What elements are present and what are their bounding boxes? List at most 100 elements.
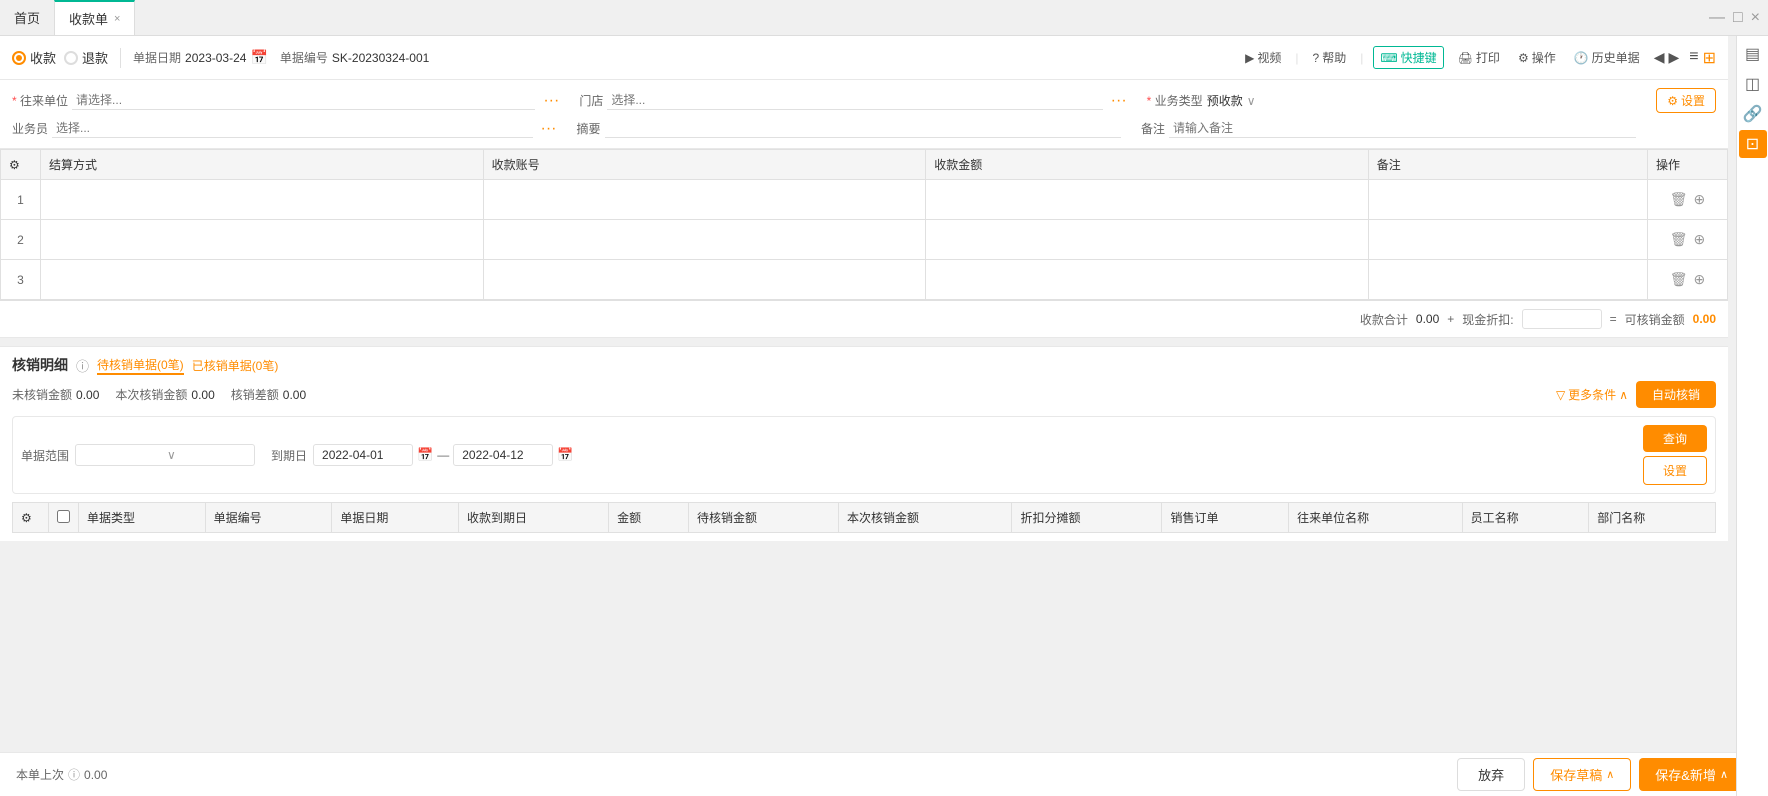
discount-input[interactable]	[1522, 309, 1602, 329]
bill-date-label: 单据日期	[133, 49, 181, 66]
main-content: 收款 退款 单据日期 2023-03-24 📅 单据编号 SK-20230324…	[0, 36, 1768, 796]
tab-home-label: 首页	[14, 8, 40, 27]
print-btn[interactable]: 🖨 打印	[1454, 47, 1504, 68]
form-area: 往来单位 ··· 门店 ··· 业务类型 预收款 ∨ ⚙ 设置	[0, 80, 1728, 149]
row-2-copy-icon[interactable]: ⊕	[1694, 231, 1706, 248]
view-list-icon[interactable]: ≡	[1689, 48, 1698, 68]
setting-button[interactable]: ⚙ 设置	[1656, 88, 1716, 113]
sidebar-icon-3[interactable]: 🔗	[1739, 100, 1767, 128]
employee-more-btn[interactable]: ···	[541, 120, 557, 138]
sidebar-icon-2[interactable]: ◫	[1739, 70, 1767, 98]
sidebar-icon-1[interactable]: ▤	[1739, 40, 1767, 68]
partner-input[interactable]	[72, 91, 535, 110]
nav-next-icon[interactable]: ▶	[1668, 49, 1679, 66]
save-draft-button[interactable]: 保存草稿 ∧	[1533, 758, 1631, 791]
this-cancel-val: 0.00	[191, 388, 214, 402]
operation-btn[interactable]: ⚙ 操作	[1514, 47, 1560, 68]
video-btn[interactable]: ▶ 视频	[1241, 47, 1285, 68]
shortcut-btn[interactable]: ⌨ 快捷键	[1373, 46, 1443, 69]
col-settings-header[interactable]: ⚙	[1, 150, 41, 180]
table-row: 3 🗑 ⊕	[1, 260, 1728, 300]
summary-input[interactable]	[605, 119, 1121, 138]
date-to-calendar-icon[interactable]: 📅	[557, 447, 573, 463]
partner-more-btn[interactable]: ···	[543, 92, 559, 110]
row-3-remark[interactable]	[1368, 260, 1647, 300]
writeoff-setting-button[interactable]: 设置	[1643, 456, 1707, 485]
available-value: 0.00	[1693, 312, 1716, 326]
footer: 本单上次 ⓘ 0.00 放弃 保存草稿 ∧ 保存&新增 ∧	[0, 752, 1760, 796]
row-3-delete-icon[interactable]: 🗑	[1670, 271, 1688, 288]
row-3-account[interactable]	[483, 260, 926, 300]
more-conditions-btn[interactable]: ▽ 更多条件 ∧	[1556, 386, 1628, 403]
video-label: 视频	[1257, 49, 1281, 66]
window-maximize-icon[interactable]: □	[1733, 9, 1743, 27]
row-1-delete-icon[interactable]: 🗑	[1670, 191, 1688, 208]
row-3-amount[interactable]	[926, 260, 1369, 300]
help-btn[interactable]: ? 帮助	[1309, 47, 1351, 68]
tab-done[interactable]: 已核销单据(0笔)	[192, 357, 279, 374]
auto-writeoff-button[interactable]: 自动核销	[1636, 381, 1716, 408]
discard-button[interactable]: 放弃	[1457, 758, 1525, 791]
date-from-input[interactable]	[313, 444, 413, 466]
right-sidebar: ▤ ◫ 🔗 ⊡	[1736, 36, 1768, 796]
history-btn[interactable]: 🕐 历史单据	[1570, 47, 1644, 68]
row-2-remark[interactable]	[1368, 220, 1647, 260]
row-2-amount[interactable]	[926, 220, 1369, 260]
window-close-icon[interactable]: ×	[1751, 9, 1760, 27]
bottom-col-check[interactable]	[49, 503, 79, 533]
row-2-method[interactable]	[41, 220, 484, 260]
tab-close-icon[interactable]: ×	[114, 13, 120, 25]
total-value: 0.00	[1416, 312, 1439, 326]
row-2-delete-icon[interactable]: 🗑	[1670, 231, 1688, 248]
row-1-amount[interactable]	[926, 180, 1369, 220]
radio-refund[interactable]: 退款	[64, 48, 108, 67]
biz-type-chevron-icon[interactable]: ∨	[1247, 94, 1256, 108]
uncancelled-label: 未核销金额	[12, 386, 72, 403]
radio-refund-label: 退款	[82, 48, 108, 67]
tab-receipt[interactable]: 收款单 ×	[54, 0, 135, 35]
tab-pending[interactable]: 待核销单据(0笔)	[97, 356, 184, 375]
equals-symbol: =	[1610, 312, 1617, 326]
save-new-button[interactable]: 保存&新增 ∧	[1639, 758, 1744, 791]
date-from-calendar-icon[interactable]: 📅	[417, 447, 433, 463]
radio-receipt[interactable]: 收款	[12, 48, 56, 67]
biz-type-label: 业务类型	[1147, 92, 1203, 109]
row-1-method[interactable]	[41, 180, 484, 220]
remark-input[interactable]	[1169, 119, 1636, 138]
sidebar-icon-4[interactable]: ⊡	[1739, 130, 1767, 158]
row-2-account[interactable]	[483, 220, 926, 260]
row-1-remark[interactable]	[1368, 180, 1647, 220]
writeoff-info-icon[interactable]: ⓘ	[76, 356, 89, 375]
filter-range-chevron-icon: ∨	[167, 448, 246, 462]
row-1-copy-icon[interactable]: ⊕	[1694, 191, 1706, 208]
draft-chevron-icon: ∧	[1606, 768, 1614, 781]
bill-date-calendar-icon[interactable]: 📅	[250, 49, 267, 66]
bottom-col-bill-date: 单据日期	[332, 503, 459, 533]
available-label: 可核销金额	[1625, 311, 1685, 328]
row-3-method[interactable]	[41, 260, 484, 300]
nav-prev-icon[interactable]: ◀	[1654, 49, 1665, 66]
bottom-col-pending: 待核销金额	[688, 503, 838, 533]
shop-more-btn[interactable]: ···	[1111, 92, 1127, 110]
filter-range-select[interactable]: ∨	[75, 444, 255, 466]
bottom-check-all[interactable]	[57, 510, 70, 523]
summary-label: 摘要	[577, 120, 601, 137]
view-grid-icon[interactable]: ⊞	[1703, 48, 1716, 68]
writeoff-section: 核销明细 ⓘ 待核销单据(0笔) 已核销单据(0笔) 未核销金额 0.00 本次…	[0, 346, 1728, 541]
table-row: 2 🗑 ⊕	[1, 220, 1728, 260]
window-minimize-icon[interactable]: —	[1709, 9, 1725, 27]
row-3-copy-icon[interactable]: ⊕	[1694, 271, 1706, 288]
bottom-col-settings[interactable]: ⚙	[13, 503, 49, 533]
date-to-input[interactable]	[453, 444, 553, 466]
remark-label: 备注	[1141, 120, 1165, 137]
prev-info-icon[interactable]: ⓘ	[68, 766, 80, 783]
shop-input[interactable]	[607, 91, 1102, 110]
query-button[interactable]: 查询	[1643, 425, 1707, 452]
date-separator: —	[437, 448, 449, 462]
bill-number-label: 单据编号	[280, 49, 328, 66]
radio-receipt-dot	[12, 51, 26, 65]
filter-range-field: 单据范围 ∨	[21, 444, 255, 466]
employee-input[interactable]	[52, 119, 533, 138]
tab-home[interactable]: 首页	[0, 0, 54, 35]
row-1-account[interactable]	[483, 180, 926, 220]
